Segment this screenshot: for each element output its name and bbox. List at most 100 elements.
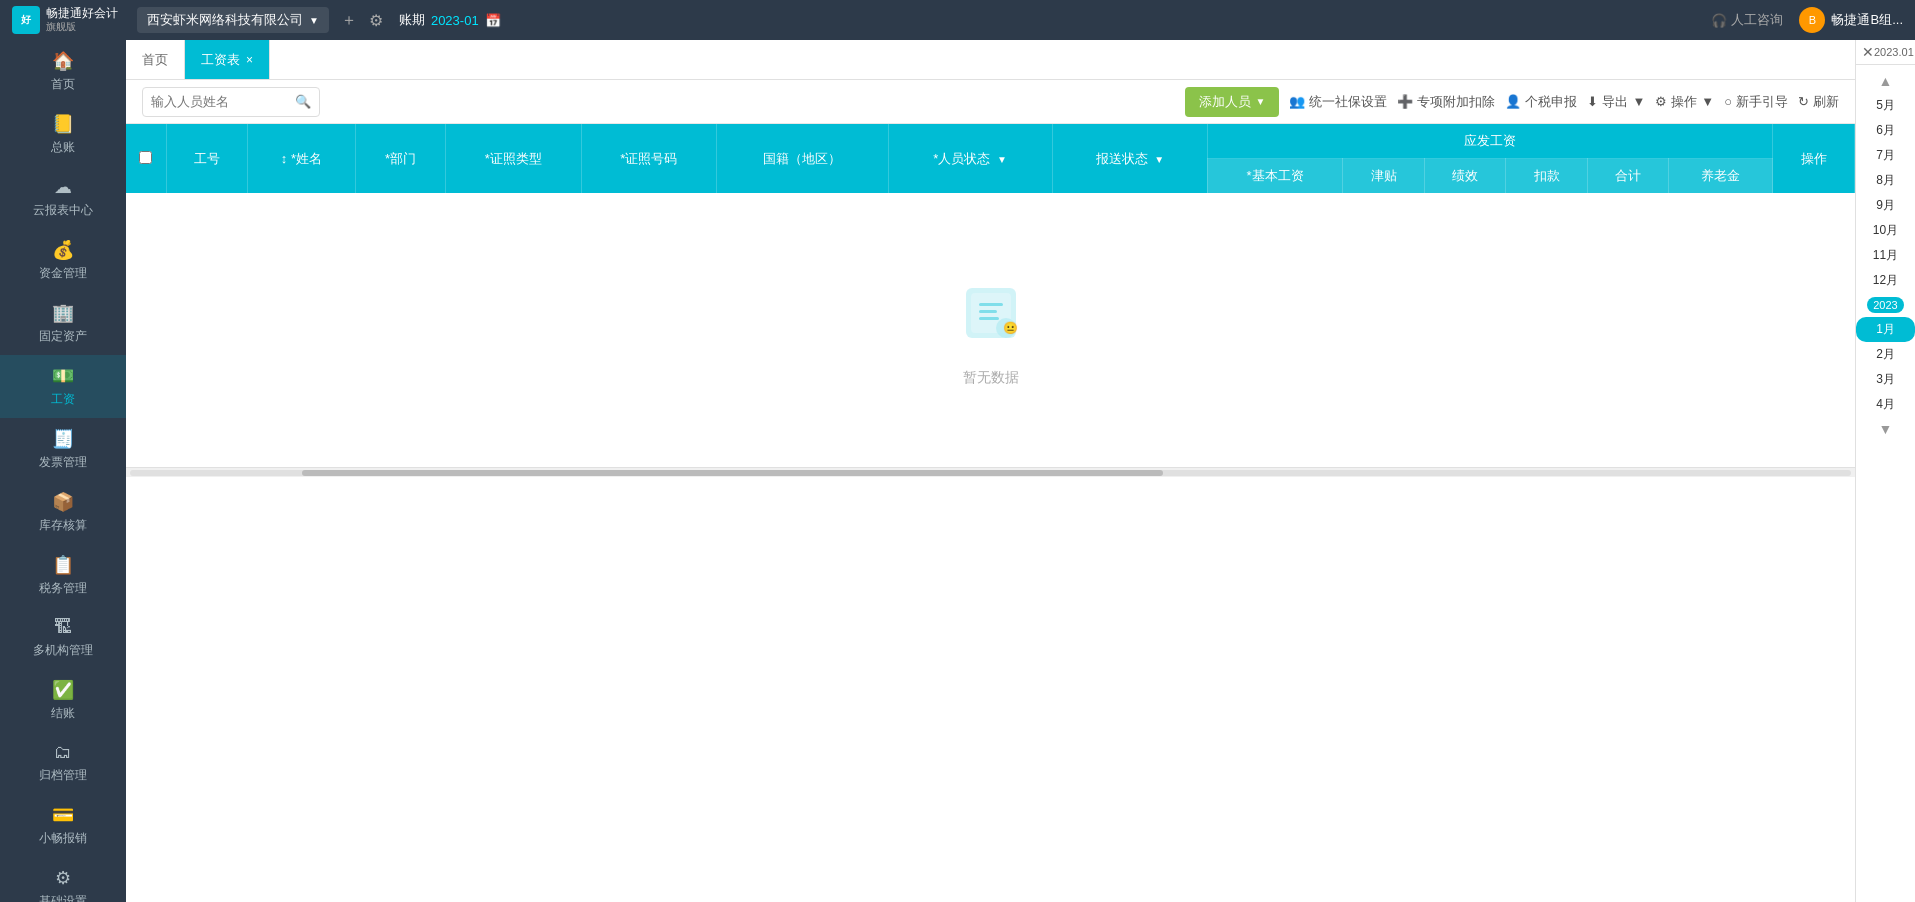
month-6[interactable]: 6月 [1856,118,1915,143]
operation-arrow-icon: ▼ [1701,94,1714,109]
month-1[interactable]: 1月 [1856,317,1915,342]
sidebar-item-salary[interactable]: 💵 工资 [0,355,126,418]
sidebar-item-label: 发票管理 [39,454,87,471]
sidebar-item-label: 基础设置 [39,893,87,902]
th-submit-status[interactable]: 报送状态 ▼ [1052,124,1207,193]
th-status[interactable]: *人员状态 ▼ [888,124,1052,193]
empty-text: 暂无数据 [963,369,1019,387]
close-panel-icon[interactable]: ✕ [1862,44,1874,60]
tab-salary-label: 工资表 [201,51,240,69]
user-info[interactable]: B 畅捷通B组... [1799,7,1903,33]
calendar-icon[interactable]: 📅 [485,13,501,28]
headset-icon: 🎧 [1711,13,1727,28]
guide-circle-icon: ○ [1724,94,1732,109]
th-name[interactable]: ↕ *姓名 [248,124,356,193]
sidebar: 🏠 首页 📒 总账 ☁ 云报表中心 💰 资金管理 🏢 固定资产 💵 工资 🧾 发… [0,40,126,902]
month-9[interactable]: 9月 [1856,193,1915,218]
refresh-label: 刷新 [1813,93,1839,111]
table-container: 工号 ↕ *姓名 *部门 *证照类型 *证照号码 国籍（地区） *人员状态 ▼ … [126,124,1855,902]
guide-btn[interactable]: ○ 新手引导 [1724,93,1788,111]
operation-btn[interactable]: ⚙ 操作 ▼ [1655,93,1714,111]
sidebar-item-assets[interactable]: 🏢 固定资产 [0,292,126,355]
submit-filter-icon: ▼ [1154,154,1164,165]
sidebar-item-settings[interactable]: ⚙ 基础设置 [0,857,126,902]
tab-home[interactable]: 首页 [126,40,185,79]
month-2[interactable]: 2月 [1856,342,1915,367]
tax-label: 个税申报 [1525,93,1577,111]
scrollbar-area[interactable] [126,467,1855,477]
sidebar-item-archive[interactable]: 🗂 归档管理 [0,732,126,794]
sidebar-item-inventory[interactable]: 📦 库存核算 [0,481,126,544]
month-5[interactable]: 5月 [1856,93,1915,118]
svg-text:😐: 😐 [1003,320,1018,335]
company-selector[interactable]: 西安虾米网络科技有限公司 ▼ [137,7,329,33]
th-employee-no: 工号 [166,124,248,193]
month-12[interactable]: 12月 [1856,268,1915,293]
dropdown-arrow-icon: ▼ [1255,96,1265,107]
sidebar-item-multi-org[interactable]: 🏗 多机构管理 [0,607,126,669]
svg-rect-2 [979,303,1003,306]
scroll-down-icon[interactable]: ▼ [1875,417,1897,441]
th-payable-salary: 应发工资 [1207,124,1773,159]
export-btn[interactable]: ⬇ 导出 ▼ [1587,93,1645,111]
month-4[interactable]: 4月 [1856,392,1915,417]
sidebar-item-tax[interactable]: 📋 税务管理 [0,544,126,607]
year-2023-label: 2023 [1867,297,1903,313]
sidebar-item-close-account[interactable]: ✅ 结账 [0,669,126,732]
sidebar-item-label: 工资 [51,391,75,408]
month-10[interactable]: 10月 [1856,218,1915,243]
settings-icon[interactable]: ⚙ [369,11,383,30]
empty-state: 😐 暂无数据 [126,193,1855,467]
sidebar-item-ledger[interactable]: 📒 总账 [0,103,126,166]
month-list: ▲ 5月 6月 7月 8月 9月 10月 11月 12月 2023 1月 2月 … [1856,69,1915,902]
tab-close-icon[interactable]: × [246,53,253,67]
sidebar-item-invoice[interactable]: 🧾 发票管理 [0,418,126,481]
th-id-no: *证照号码 [581,124,716,193]
funds-icon: 💰 [52,239,74,261]
ledger-icon: 📒 [52,113,74,135]
tab-salary[interactable]: 工资表 × [185,40,270,79]
right-panel-header: ✕ 2023.01 ⬜ [1856,40,1915,65]
tab-home-label: 首页 [142,51,168,69]
month-7[interactable]: 7月 [1856,143,1915,168]
th-base-salary: *基本工资 [1207,159,1342,194]
status-filter-icon: ▼ [997,154,1007,165]
special-deduction-btn[interactable]: ➕ 专项附加扣除 [1397,93,1495,111]
service-button[interactable]: 🎧 人工咨询 [1711,11,1783,29]
th-deduction: 扣款 [1506,159,1588,194]
operation-label: 操作 [1671,93,1697,111]
month-8[interactable]: 8月 [1856,168,1915,193]
month-3[interactable]: 3月 [1856,367,1915,392]
social-security-btn[interactable]: 👥 统一社保设置 [1289,93,1387,111]
header-actions: ＋ ⚙ [341,10,383,31]
month-11[interactable]: 11月 [1856,243,1915,268]
sidebar-item-expense[interactable]: 💳 小畅报销 [0,794,126,857]
add-person-button[interactable]: 添加人员 ▼ [1185,87,1279,117]
scrollbar-track[interactable] [130,470,1851,476]
content-area: 首页 工资表 × 🔍 添加人员 ▼ 👥 统一社保设置 [126,40,1855,902]
sidebar-item-home[interactable]: 🏠 首页 [0,40,126,103]
add-icon[interactable]: ＋ [341,10,357,31]
refresh-btn[interactable]: ↻ 刷新 [1798,93,1839,111]
logo-text: 畅捷通好会计 [46,6,118,20]
th-allowance: 津贴 [1343,159,1425,194]
user-name: 畅捷通B组... [1831,11,1903,29]
logo-sub: 旗舰版 [46,20,118,34]
service-label: 人工咨询 [1731,11,1783,29]
search-input[interactable] [151,94,291,109]
expense-icon: 💳 [52,804,74,826]
sidebar-item-label: 固定资产 [39,328,87,345]
period-value: 2023-01 [431,13,479,28]
main-layout: 🏠 首页 📒 总账 ☁ 云报表中心 💰 资金管理 🏢 固定资产 💵 工资 🧾 发… [0,40,1915,902]
personal-tax-btn[interactable]: 👤 个税申报 [1505,93,1577,111]
company-name: 西安虾米网络科技有限公司 [147,11,303,29]
sidebar-item-funds[interactable]: 💰 资金管理 [0,229,126,292]
add-person-label: 添加人员 [1199,93,1251,111]
svg-rect-4 [979,317,999,320]
select-all-th[interactable] [126,124,166,193]
sidebar-item-reports[interactable]: ☁ 云报表中心 [0,166,126,229]
period-area: 账期 2023-01 📅 [399,11,501,29]
scroll-up-icon[interactable]: ▲ [1875,69,1897,93]
select-all-checkbox[interactable] [139,151,152,164]
chevron-down-icon: ▼ [309,15,319,26]
